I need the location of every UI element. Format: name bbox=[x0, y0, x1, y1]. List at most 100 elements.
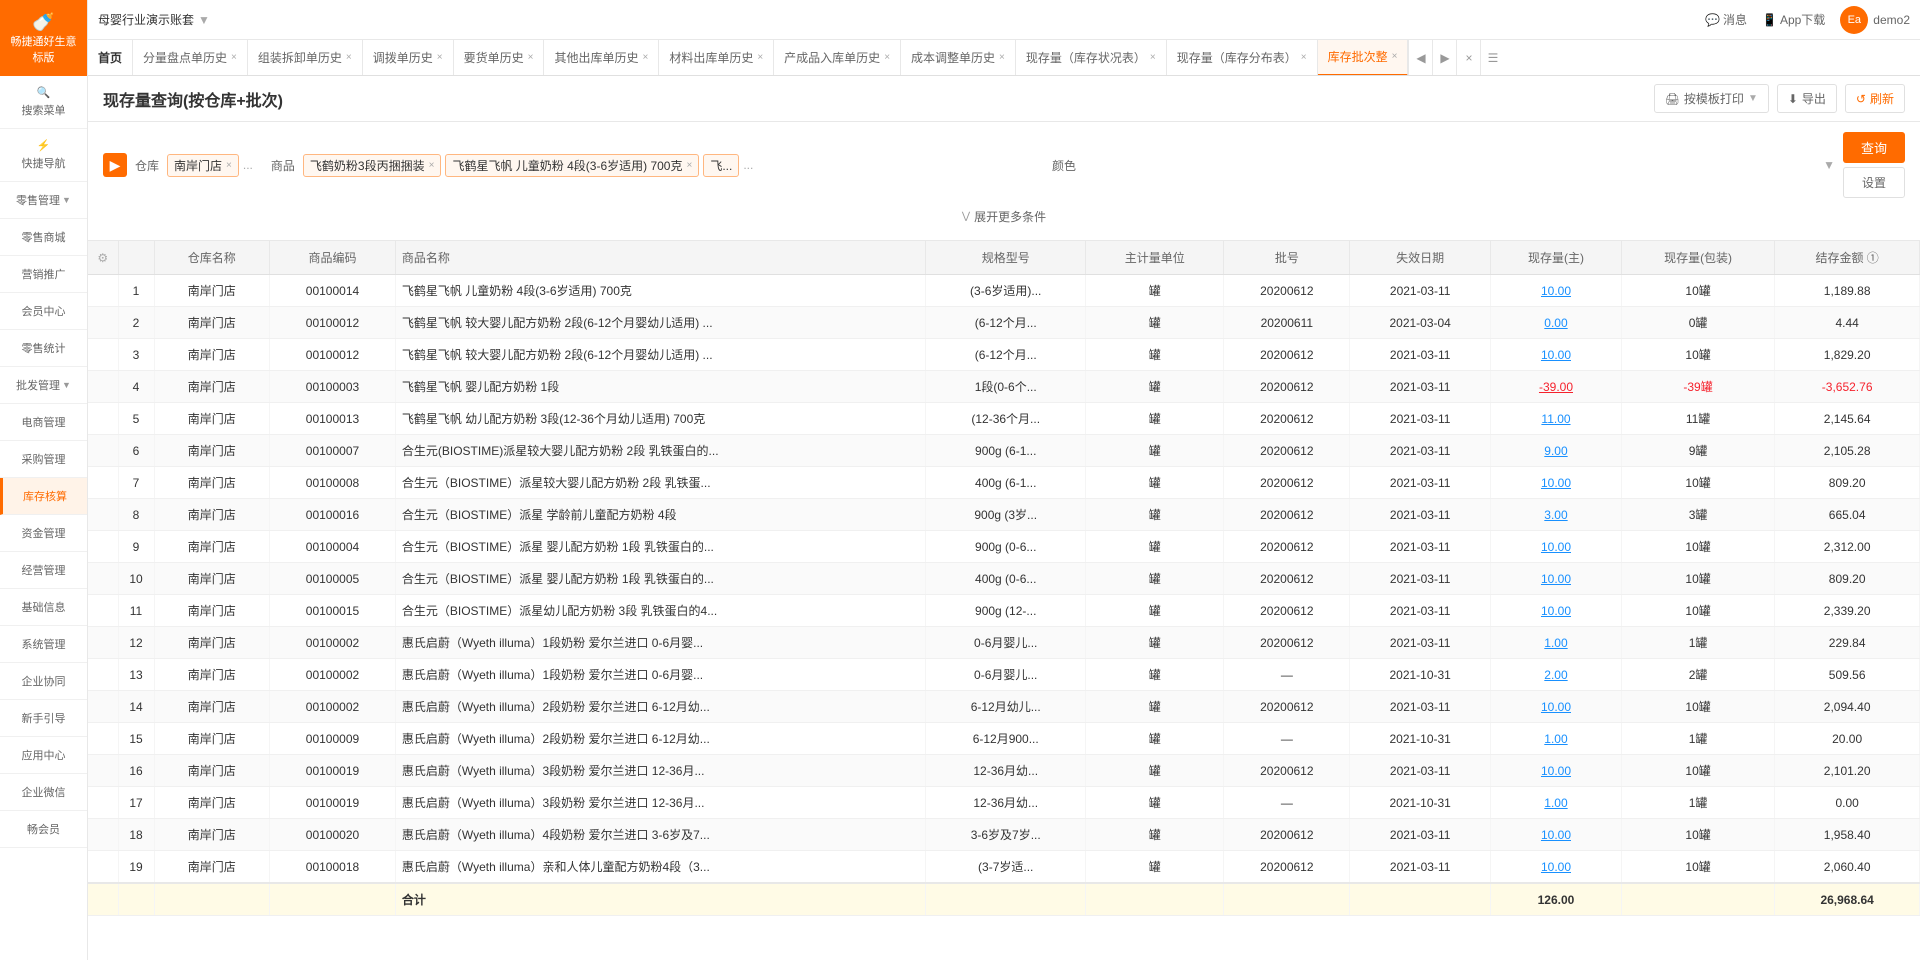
tab-ccrk[interactable]: 产成品入库单历史 × bbox=[774, 40, 901, 76]
cell-stock-main[interactable]: 1.00 bbox=[1491, 787, 1622, 819]
filter-expand-button[interactable]: ▶ bbox=[103, 153, 127, 177]
tab-close-icon[interactable]: × bbox=[642, 52, 648, 63]
sidebar-item-stats[interactable]: 零售统计 bbox=[0, 330, 87, 367]
tab-close-icon[interactable]: × bbox=[1301, 52, 1307, 63]
cell-stock-main[interactable]: 9.00 bbox=[1491, 435, 1622, 467]
cell-stock-main[interactable]: 1.00 bbox=[1491, 627, 1622, 659]
filter-dropdown-button[interactable]: ▼ bbox=[1823, 158, 1835, 172]
settings-button[interactable]: 设置 bbox=[1843, 167, 1905, 198]
cell-stock-main[interactable]: 10.00 bbox=[1491, 691, 1622, 723]
product-tag-1[interactable]: 飞鹤奶粉3段丙捆捆装 × bbox=[303, 154, 442, 177]
cell-stock-main[interactable]: 10.00 bbox=[1491, 819, 1622, 851]
tab-close-icon[interactable]: × bbox=[437, 52, 443, 63]
cell-stock-main[interactable]: 2.00 bbox=[1491, 659, 1622, 691]
tab-close-icon[interactable]: × bbox=[1392, 51, 1398, 62]
sidebar-item-purchase[interactable]: 采购管理 bbox=[0, 441, 87, 478]
cell-batch: — bbox=[1224, 659, 1350, 691]
tab-fenl[interactable]: 分量盘点单历史 × bbox=[133, 40, 248, 76]
sidebar-item-store[interactable]: 零售商城 bbox=[0, 219, 87, 256]
cell-stock-main[interactable]: 10.00 bbox=[1491, 595, 1622, 627]
tab-cbtz[interactable]: 成本调整单历史 × bbox=[901, 40, 1016, 76]
breadcrumb-selector[interactable]: 母婴行业演示账套 ▼ bbox=[98, 11, 210, 28]
message-button[interactable]: 💬 消息 bbox=[1705, 11, 1747, 28]
sidebar-item-guide[interactable]: 新手引导 bbox=[0, 700, 87, 737]
sidebar-item-ecom[interactable]: 电商管理 bbox=[0, 404, 87, 441]
sidebar-item-apps[interactable]: 应用中心 bbox=[0, 737, 87, 774]
tab-close-icon[interactable]: × bbox=[528, 52, 534, 63]
sidebar-item-basic[interactable]: 基础信息 bbox=[0, 589, 87, 626]
cell-batch: 20200612 bbox=[1224, 275, 1350, 307]
cell-stock-main[interactable]: 10.00 bbox=[1491, 851, 1622, 884]
cell-stock-main[interactable]: 3.00 bbox=[1491, 499, 1622, 531]
tab-close-icon[interactable]: × bbox=[346, 52, 352, 63]
sidebar-item-inventory[interactable]: 库存核算 bbox=[0, 478, 87, 515]
cell-warehouse: 南岸门店 bbox=[154, 691, 270, 723]
product-tag-2[interactable]: 飞鹤星飞帆 儿童奶粉 4段(3-6岁适用) 700克 × bbox=[445, 154, 699, 177]
sidebar-item-ops[interactable]: 经营管理 bbox=[0, 552, 87, 589]
cell-name: 飞鹤星飞帆 儿童奶粉 4段(3-6岁适用) 700克 bbox=[395, 275, 925, 307]
cell-stock-main[interactable]: 1.00 bbox=[1491, 723, 1622, 755]
cell-spec: 3-6岁及7岁... bbox=[926, 819, 1086, 851]
cell-balance: 2,105.28 bbox=[1775, 435, 1920, 467]
sidebar-item-finance[interactable]: 资金管理 bbox=[0, 515, 87, 552]
sidebar-item-member[interactable]: 会员中心 bbox=[0, 293, 87, 330]
cell-stock-main[interactable]: -39.00 bbox=[1491, 371, 1622, 403]
tab-home[interactable]: 首页 bbox=[88, 40, 133, 76]
cell-balance: 665.04 bbox=[1775, 499, 1920, 531]
tabs-close-icon[interactable]: × bbox=[1456, 40, 1480, 76]
cell-stock-main[interactable]: 0.00 bbox=[1491, 307, 1622, 339]
tab-yaohuo[interactable]: 要货单历史 × bbox=[454, 40, 545, 76]
tab-qtck[interactable]: 其他出库单历史 × bbox=[544, 40, 659, 76]
sidebar-item-system[interactable]: 系统管理 bbox=[0, 626, 87, 663]
cell-stock-main[interactable]: 10.00 bbox=[1491, 563, 1622, 595]
tab-clck[interactable]: 材料出库单历史 × bbox=[659, 40, 774, 76]
refresh-button[interactable]: ↺ 刷新 bbox=[1845, 84, 1905, 113]
sidebar-item-nav[interactable]: ⚡ 快捷导航 bbox=[0, 129, 87, 182]
sidebar-item-wholesale[interactable]: 批发管理 ▼ bbox=[0, 367, 87, 404]
cell-stock-main[interactable]: 10.00 bbox=[1491, 339, 1622, 371]
cell-stock-pkg: 10罐 bbox=[1621, 819, 1774, 851]
cell-stock-main[interactable]: 10.00 bbox=[1491, 531, 1622, 563]
tabs-prev-arrow[interactable]: ◀ bbox=[1408, 40, 1432, 76]
cell-spec: 12-36月幼... bbox=[926, 755, 1086, 787]
query-button[interactable]: 查询 bbox=[1843, 132, 1905, 163]
cell-expiry: 2021-03-11 bbox=[1350, 851, 1491, 884]
warehouse-tag[interactable]: 南岸门店 × bbox=[167, 154, 239, 177]
tab-xcl2[interactable]: 现存量（库存分布表） × bbox=[1167, 40, 1318, 76]
sidebar-item-corp[interactable]: 企业协同 bbox=[0, 663, 87, 700]
app-download-button[interactable]: 📱 App下载 bbox=[1762, 11, 1825, 28]
export-button[interactable]: ⬇ 导出 bbox=[1777, 84, 1837, 113]
tab-zuhe[interactable]: 组装拆卸单历史 × bbox=[248, 40, 363, 76]
sidebar-item-retail[interactable]: 零售管理 ▼ bbox=[0, 182, 87, 219]
tab-close-icon[interactable]: × bbox=[884, 52, 890, 63]
cell-stock-main[interactable]: 11.00 bbox=[1491, 403, 1622, 435]
product-tag-close-icon[interactable]: × bbox=[686, 160, 692, 171]
tab-diaobo[interactable]: 调拨单历史 × bbox=[363, 40, 454, 76]
template-print-button[interactable]: 🖨 按模板打印 ▼ bbox=[1654, 84, 1769, 113]
tab-xcl1[interactable]: 现存量（库存状况表） × bbox=[1016, 40, 1167, 76]
tabs-next-arrow[interactable]: ▶ bbox=[1432, 40, 1456, 76]
cell-stock-main[interactable]: 10.00 bbox=[1491, 467, 1622, 499]
expand-more-button[interactable]: ⋁ 展开更多条件 bbox=[103, 203, 1905, 230]
tabs-menu-icon[interactable]: ☰ bbox=[1480, 40, 1504, 76]
tab-label: 调拨单历史 bbox=[373, 49, 433, 66]
cell-stock-main[interactable]: 10.00 bbox=[1491, 755, 1622, 787]
sidebar-logo[interactable]: 🍼 畅捷通好生意 标版 bbox=[0, 0, 87, 76]
sidebar-item-marketing[interactable]: 营销推广 bbox=[0, 256, 87, 293]
sidebar-item-member2[interactable]: 畅会员 bbox=[0, 811, 87, 848]
cell-stock-main[interactable]: 10.00 bbox=[1491, 275, 1622, 307]
product-tag-3[interactable]: 飞... bbox=[703, 154, 739, 177]
product-tag-close-icon[interactable]: × bbox=[429, 160, 435, 171]
tab-close-icon[interactable]: × bbox=[1150, 52, 1156, 63]
filter-more-icon[interactable]: ... bbox=[243, 158, 253, 172]
tab-close-icon[interactable]: × bbox=[231, 52, 237, 63]
tab-kc[interactable]: 库存批次整 × bbox=[1318, 40, 1409, 76]
col-settings-icon[interactable]: ⚙ bbox=[88, 241, 118, 275]
warehouse-tag-close-icon[interactable]: × bbox=[226, 160, 232, 171]
product-more-icon[interactable]: ... bbox=[743, 158, 753, 172]
tab-close-icon[interactable]: × bbox=[999, 52, 1005, 63]
user-info[interactable]: Ea demo2 bbox=[1840, 6, 1910, 34]
tab-close-icon[interactable]: × bbox=[757, 52, 763, 63]
sidebar-item-search[interactable]: 🔍 搜索菜单 bbox=[0, 76, 87, 129]
sidebar-item-wx[interactable]: 企业微信 bbox=[0, 774, 87, 811]
